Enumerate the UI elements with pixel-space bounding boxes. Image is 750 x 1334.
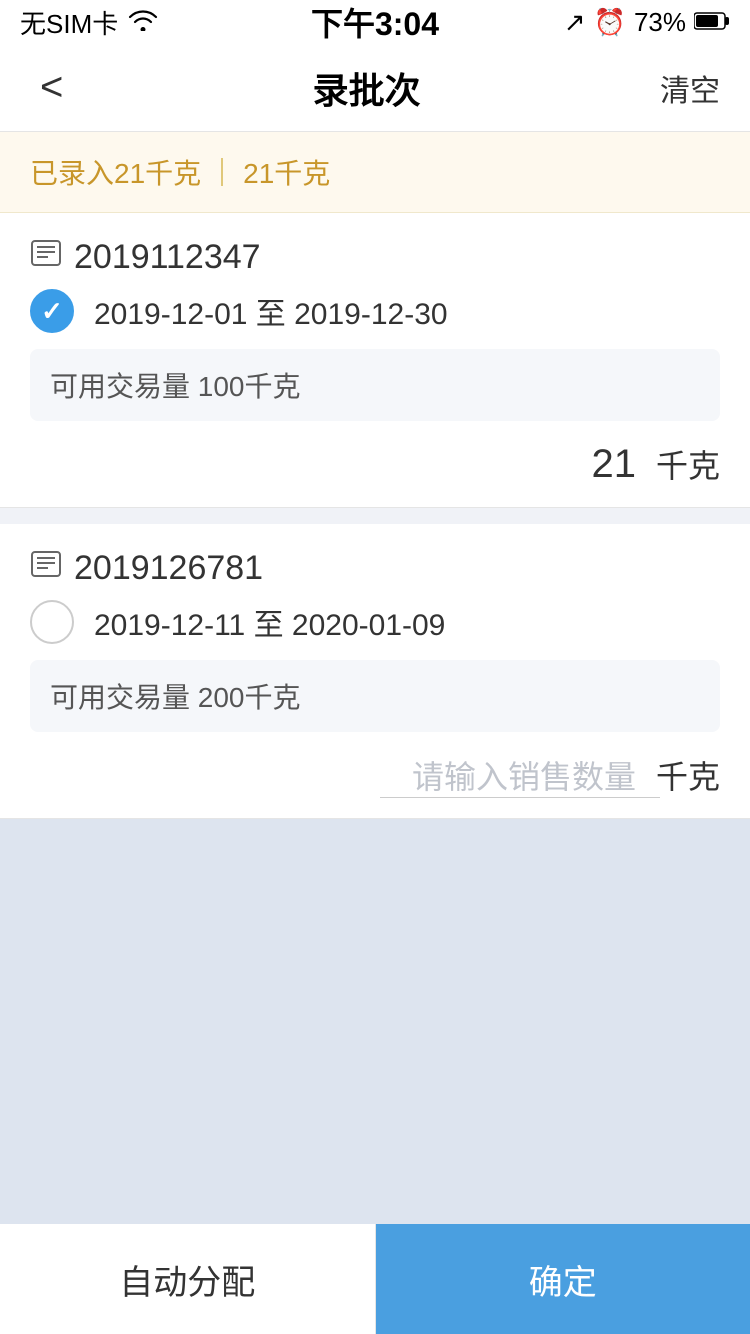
batch-list-2: 2019126781 2019-12-11 至 2020-01-09 可用交易量… (0, 524, 750, 819)
back-button[interactable]: < (30, 55, 73, 120)
status-right: ↗ ⏰ 73% (564, 7, 730, 38)
section-divider (0, 508, 750, 524)
summary-divider (221, 158, 223, 186)
radio-1[interactable] (30, 289, 74, 333)
battery-icon (694, 7, 730, 38)
amount-value-1[interactable]: 21 (591, 442, 636, 487)
amount-unit-1: 千克 (656, 441, 720, 487)
batch-date-2: 2019-12-11 至 2020-01-09 (94, 600, 445, 644)
batch-volume-2: 可用交易量 200千克 (30, 660, 720, 732)
batch-icon-1 (30, 237, 62, 277)
status-left: 无SIM卡 (20, 4, 158, 41)
location-icon: ↗ (564, 7, 586, 38)
page-title: 录批次 (313, 62, 421, 114)
batch-icon-2 (30, 548, 62, 588)
summary-label: 已录入21千克 (30, 152, 201, 192)
summary-amount: 21千克 (243, 152, 330, 192)
input-unit-2: 千克 (656, 752, 720, 798)
status-bar: 无SIM卡 下午3:04 ↗ ⏰ 73% (0, 0, 750, 44)
auto-distribute-button[interactable]: 自动分配 (0, 1224, 376, 1334)
amount-row-1: 21 千克 (0, 421, 750, 508)
batch-date-1: 2019-12-01 至 2019-12-30 (94, 289, 448, 333)
batch-id-1: 2019112347 (74, 238, 261, 277)
batch-header-1: 2019112347 (30, 237, 720, 277)
batch-date-row-1[interactable]: 2019-12-01 至 2019-12-30 (30, 289, 720, 333)
batch-id-2: 2019126781 (74, 549, 263, 588)
alarm-icon: ⏰ (594, 7, 626, 38)
battery-text: 73% (634, 7, 686, 38)
input-row-2: 请输入销售数量 千克 (0, 732, 750, 819)
confirm-button[interactable]: 确定 (376, 1224, 750, 1334)
nav-bar: < 录批次 清空 (0, 44, 750, 132)
radio-2[interactable] (30, 600, 74, 644)
batch-item-1: 2019112347 2019-12-01 至 2019-12-30 可用交易量… (0, 213, 750, 421)
batch-header-2: 2019126781 (30, 548, 720, 588)
carrier-text: 无SIM卡 (20, 4, 118, 41)
batch-volume-1: 可用交易量 100千克 (30, 349, 720, 421)
summary-bar: 已录入21千克 21千克 (0, 132, 750, 213)
status-time: 下午3:04 (311, 0, 439, 45)
bottom-bar: 自动分配 确定 (0, 1224, 750, 1334)
clear-button[interactable]: 清空 (660, 66, 720, 110)
batch-list: 2019112347 2019-12-01 至 2019-12-30 可用交易量… (0, 213, 750, 508)
input-underline (380, 797, 660, 798)
batch-item-2: 2019126781 2019-12-11 至 2020-01-09 可用交易量… (0, 524, 750, 732)
batch-date-row-2[interactable]: 2019-12-11 至 2020-01-09 (30, 600, 720, 644)
wifi-icon (128, 7, 158, 38)
input-placeholder-2[interactable]: 请输入销售数量 (412, 752, 636, 798)
